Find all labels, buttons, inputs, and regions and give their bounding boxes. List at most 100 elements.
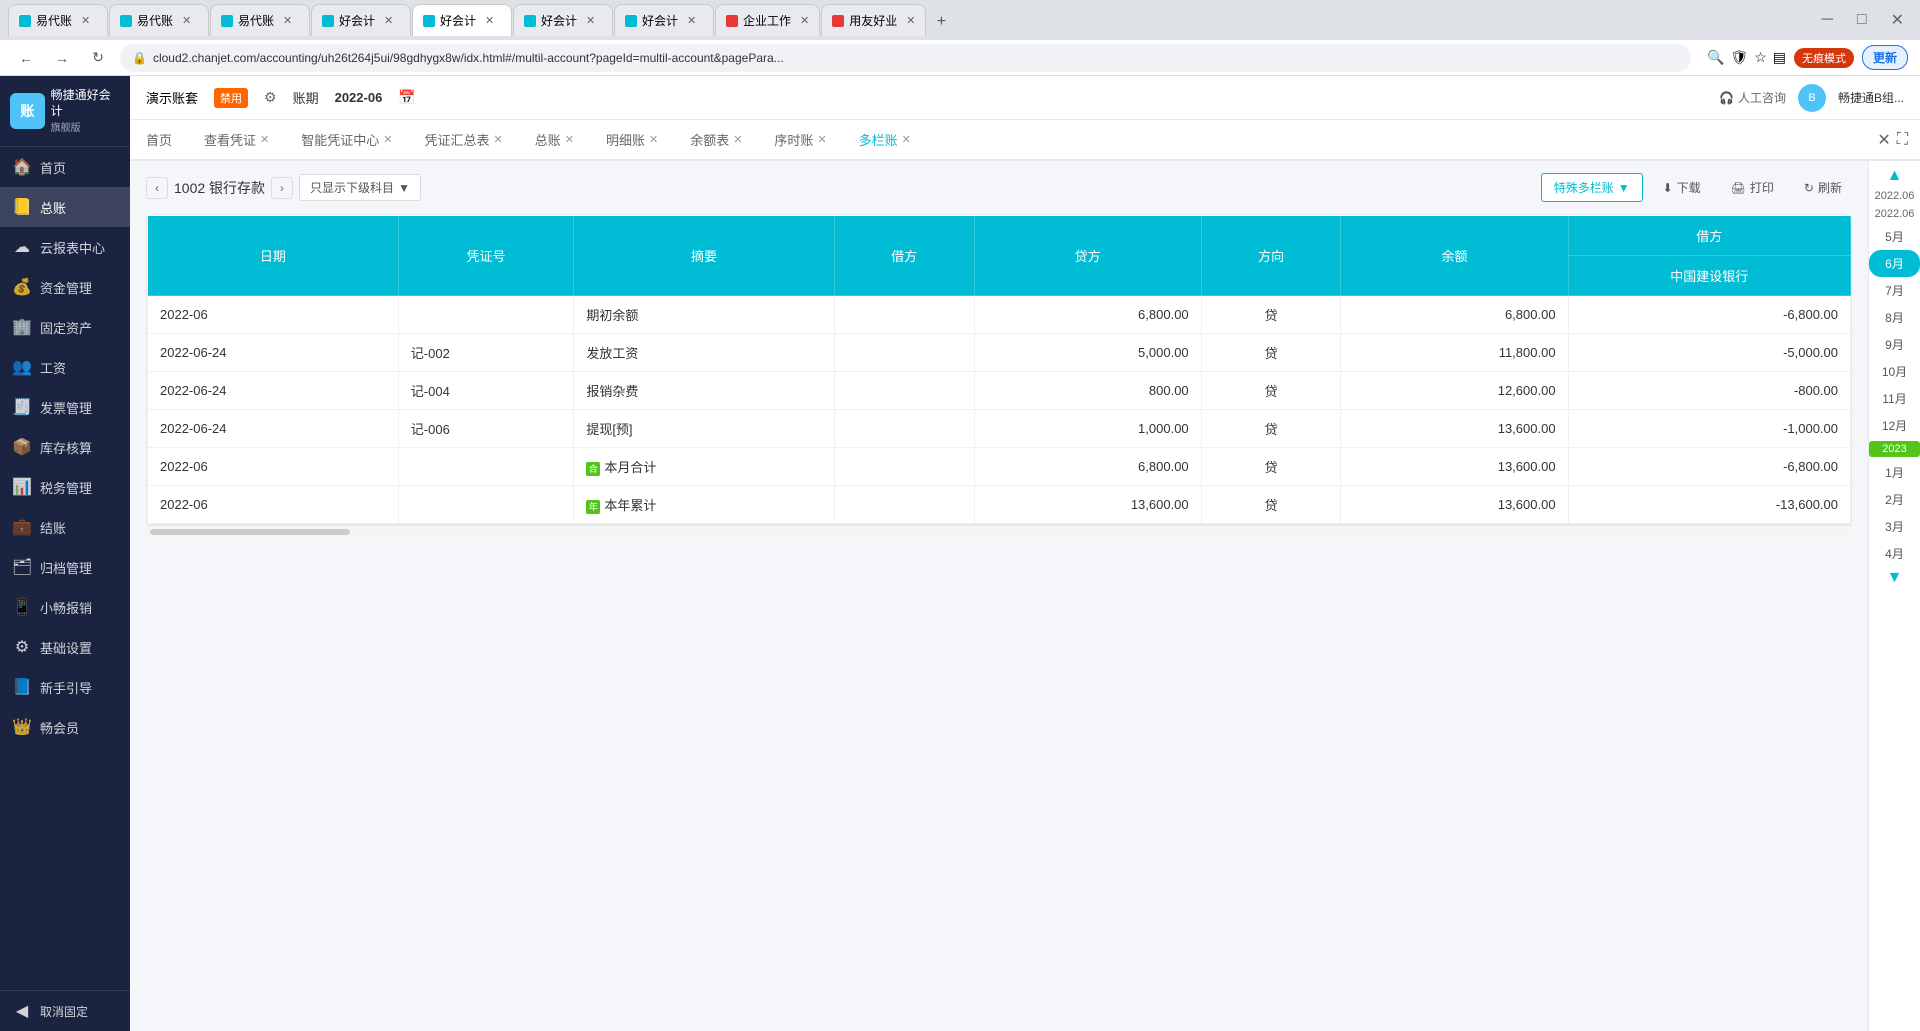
tab-detail-close[interactable]: ✕	[649, 133, 658, 146]
tab-general-ledger[interactable]: 总账 ✕	[519, 120, 590, 161]
date-month-may[interactable]: 5月	[1869, 223, 1920, 250]
sidebar-item-home[interactable]: 🏠 首页	[0, 147, 130, 187]
prev-account-button[interactable]: ‹	[146, 177, 168, 199]
horizontal-scrollbar[interactable]	[146, 525, 1852, 537]
date-month-mar[interactable]: 3月	[1869, 513, 1920, 540]
calendar-icon[interactable]: 📅	[398, 89, 415, 106]
tab-view-voucher[interactable]: 查看凭证 ✕	[188, 120, 285, 161]
shield-icon[interactable]: 🛡	[1730, 49, 1748, 66]
date-month-feb[interactable]: 2月	[1869, 486, 1920, 513]
user-avatar[interactable]: B	[1798, 84, 1826, 112]
show-sub-dropdown[interactable]: 只显示下级科目 ▼	[299, 174, 421, 201]
browser-tab-0[interactable]: 易代账 ✕	[8, 4, 108, 36]
date-month-sep[interactable]: 9月	[1869, 331, 1920, 358]
tab-close-8[interactable]: ✕	[906, 14, 915, 27]
sidebar-item-payroll[interactable]: 👥 工资	[0, 347, 130, 387]
sidebar-item-fund[interactable]: 💰 资金管理	[0, 267, 130, 307]
sidebar-item-inventory[interactable]: 📦 库存核算	[0, 427, 130, 467]
tab-balance[interactable]: 余额表 ✕	[674, 120, 758, 161]
tab-summary[interactable]: 凭证汇总表 ✕	[408, 120, 518, 161]
sidebar-item-invoice[interactable]: 🧾 发票管理	[0, 387, 130, 427]
sidebar-item-guide[interactable]: 📘 新手引导	[0, 667, 130, 707]
td-voucher-3[interactable]: 记-006	[398, 410, 574, 448]
browser-tab-6[interactable]: 好会计 ✕	[614, 4, 714, 36]
fullscreen-icon[interactable]: ⛶	[1897, 131, 1908, 149]
sidebar-item-ledger[interactable]: 📒 总账	[0, 187, 130, 227]
sidebar-item-close[interactable]: 💼 结账	[0, 507, 130, 547]
sidebar-item-tax[interactable]: 📊 税务管理	[0, 467, 130, 507]
tab-sequence[interactable]: 序时账 ✕	[758, 120, 842, 161]
tab-close-7[interactable]: ✕	[800, 14, 809, 27]
tab-close-3[interactable]: ✕	[384, 14, 393, 27]
new-tab-button[interactable]: +	[927, 8, 955, 36]
collapse-icon[interactable]: ✕	[1877, 130, 1890, 150]
maximize-button[interactable]: □	[1849, 11, 1875, 29]
tab-multicolumn-close[interactable]: ✕	[902, 133, 911, 146]
back-button[interactable]: ←	[12, 44, 40, 72]
date-month-jun[interactable]: 6月	[1869, 250, 1920, 277]
tab-close-4[interactable]: ✕	[485, 14, 494, 27]
td-voucher-1[interactable]: 记-002	[398, 334, 574, 372]
tab-sequence-close[interactable]: ✕	[817, 133, 826, 146]
date-month-dec[interactable]: 12月	[1869, 412, 1920, 439]
date-month-nov[interactable]: 11月	[1869, 385, 1920, 412]
date-month-oct[interactable]: 10月	[1869, 358, 1920, 385]
sidebar-item-settings[interactable]: ⚙ 基础设置	[0, 627, 130, 667]
tab-multicolumn[interactable]: 多栏账 ✕	[843, 120, 927, 161]
sidebar-panel-icon[interactable]: ▤	[1773, 49, 1786, 66]
date-month-aug[interactable]: 8月	[1869, 304, 1920, 331]
date-scroll-down[interactable]: ▼	[1885, 567, 1905, 589]
date-scroll-up[interactable]: ▲	[1885, 165, 1905, 187]
sidebar-item-vip[interactable]: 👑 畅会员	[0, 707, 130, 747]
sidebar-item-fixed-assets[interactable]: 🏢 固定资产	[0, 307, 130, 347]
sidebar-item-cloud-report[interactable]: ☁ 云报表中心	[0, 227, 130, 267]
tab-home-label: 首页	[146, 130, 172, 149]
forward-button[interactable]: →	[48, 44, 76, 72]
tab-view-close[interactable]: ✕	[260, 133, 269, 146]
scroll-thumb[interactable]	[150, 529, 350, 535]
update-button[interactable]: 更新	[1862, 45, 1908, 70]
date-month-apr[interactable]: 4月	[1869, 540, 1920, 567]
topbar-settings-icon[interactable]: ⚙	[264, 89, 277, 106]
close-button[interactable]: ✕	[1883, 10, 1912, 30]
download-button[interactable]: ⬇ 下载	[1653, 174, 1711, 201]
print-button[interactable]: 🖨 打印	[1721, 174, 1784, 201]
tab-close-0[interactable]: ✕	[81, 14, 90, 27]
date-month-jul[interactable]: 7月	[1869, 277, 1920, 304]
next-account-button[interactable]: ›	[271, 177, 293, 199]
browser-tab-2[interactable]: 易代账 ✕	[210, 4, 310, 36]
reload-button[interactable]: ↻	[84, 44, 112, 72]
search-icon[interactable]: 🔍	[1707, 49, 1724, 66]
tab-home[interactable]: 首页	[130, 120, 188, 161]
star-icon[interactable]: ☆	[1754, 49, 1767, 66]
tab-close-1[interactable]: ✕	[182, 14, 191, 27]
refresh-button[interactable]: ↻ 刷新	[1794, 174, 1852, 201]
td-balance-4: 13,600.00	[1341, 448, 1568, 486]
incognito-button[interactable]: 无痕模式	[1794, 48, 1854, 68]
consult-button[interactable]: 🎧 人工咨询	[1719, 89, 1786, 106]
tab-close-5[interactable]: ✕	[586, 14, 595, 27]
tab-balance-close[interactable]: ✕	[733, 133, 742, 146]
multi-col-button[interactable]: 特殊多栏账 ▼	[1541, 173, 1643, 202]
date-month-jan[interactable]: 1月	[1869, 459, 1920, 486]
tab-smart-voucher[interactable]: 智能凭证中心 ✕	[285, 120, 408, 161]
sidebar-item-archive[interactable]: 🗂 归档管理	[0, 547, 130, 587]
browser-tab-7[interactable]: 企业工作 ✕	[715, 4, 820, 36]
period-label: 账期	[293, 88, 319, 107]
tab-smart-close[interactable]: ✕	[383, 133, 392, 146]
unpin-button[interactable]: ◀ 取消固定	[0, 991, 130, 1031]
sidebar-item-expense[interactable]: 📱 小畅报销	[0, 587, 130, 627]
browser-tab-3[interactable]: 好会计 ✕	[311, 4, 411, 36]
td-voucher-2[interactable]: 记-004	[398, 372, 574, 410]
browser-tab-8[interactable]: 用友好业 ✕	[821, 4, 926, 36]
tab-detail-ledger[interactable]: 明细账 ✕	[590, 120, 674, 161]
browser-tab-4[interactable]: 好会计 ✕	[412, 4, 512, 36]
tab-general-close[interactable]: ✕	[565, 133, 574, 146]
minimize-button[interactable]: ─	[1814, 11, 1841, 29]
tab-close-2[interactable]: ✕	[283, 14, 292, 27]
url-input[interactable]: 🔒 cloud2.chanjet.com/accounting/uh26t264…	[120, 44, 1691, 72]
tab-summary-close[interactable]: ✕	[494, 133, 503, 146]
browser-tab-5[interactable]: 好会计 ✕	[513, 4, 613, 36]
tab-close-6[interactable]: ✕	[687, 14, 696, 27]
browser-tab-1[interactable]: 易代账 ✕	[109, 4, 209, 36]
